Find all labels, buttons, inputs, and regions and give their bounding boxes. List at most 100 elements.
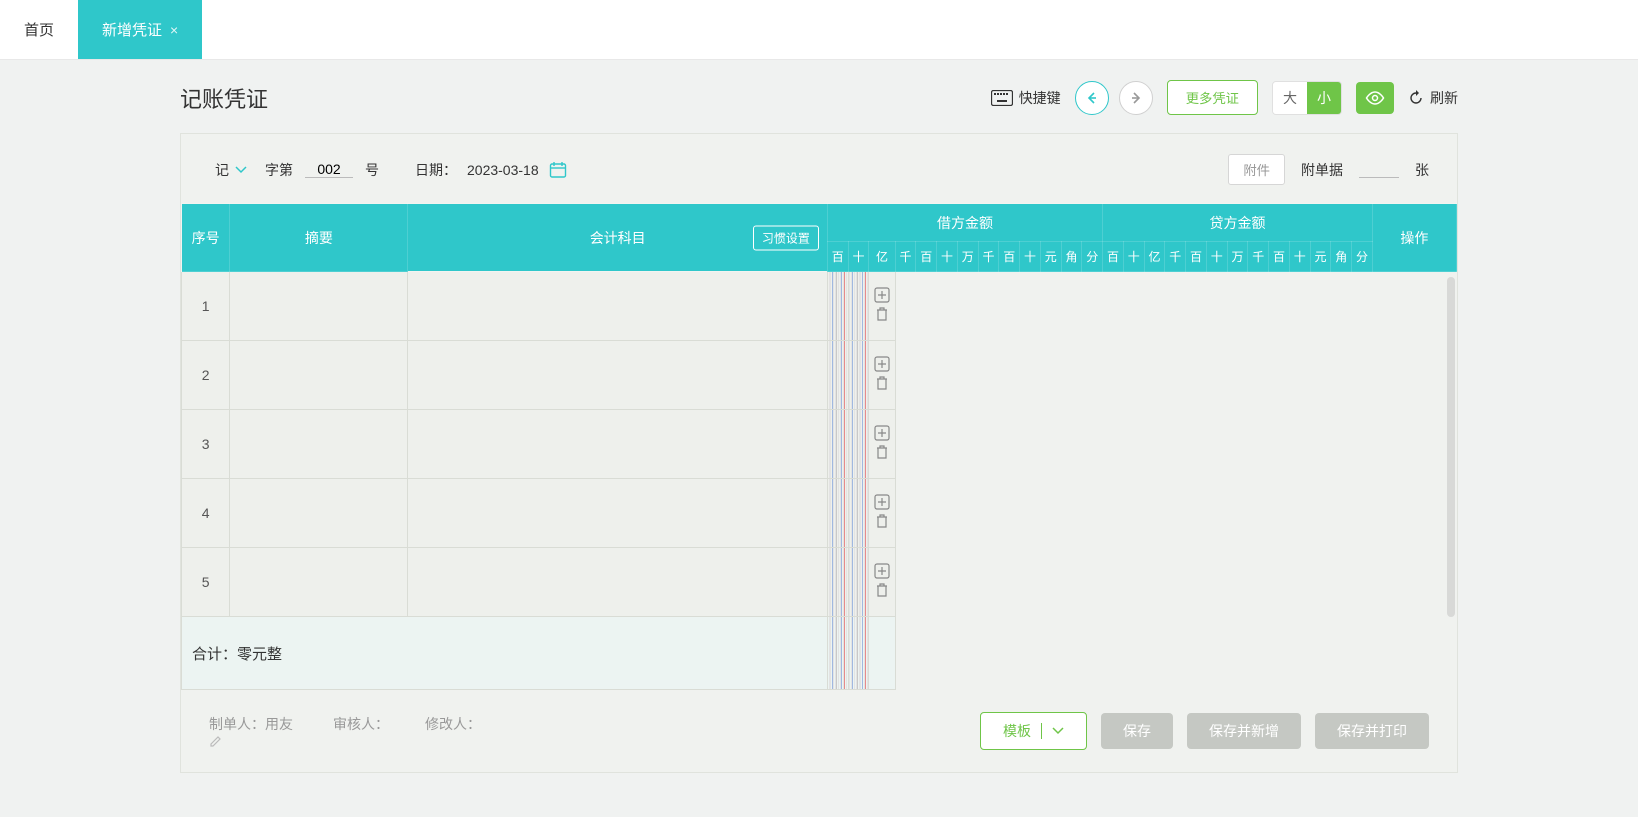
add-row-icon[interactable]: [874, 287, 890, 303]
col-account-label: 会计科目: [590, 230, 646, 246]
seq-cell: 2: [182, 341, 230, 410]
ops-cell: [869, 410, 895, 479]
label-zidi: 字第: [265, 160, 293, 180]
size-small[interactable]: 小: [1307, 82, 1341, 114]
amount-cell[interactable]: [827, 548, 848, 617]
delete-row-icon[interactable]: [875, 582, 889, 598]
digit-header: 亿: [1144, 242, 1165, 272]
digit-header: 千: [1248, 242, 1269, 272]
close-icon[interactable]: ×: [170, 22, 178, 38]
summary-cell[interactable]: [230, 410, 408, 479]
digit-header: 亿: [869, 242, 895, 272]
digit-header: 百: [827, 242, 848, 272]
refresh-button[interactable]: 刷新: [1408, 88, 1458, 108]
save-print-button[interactable]: 保存并打印: [1315, 713, 1429, 749]
maker: 制单人：用友: [209, 714, 297, 748]
col-summary: 摘要: [230, 204, 408, 272]
template-button[interactable]: 模板: [980, 712, 1087, 750]
chevron-down-icon: [235, 166, 247, 174]
ops-cell: [869, 272, 895, 341]
digit-header: 万: [957, 242, 978, 272]
digit-header: 十: [1123, 242, 1144, 272]
summary-cell[interactable]: [230, 548, 408, 617]
account-cell[interactable]: [408, 341, 827, 410]
voucher-card: 记 字第 号 日期： 2023-03-18 附件 附单据: [180, 133, 1458, 773]
col-account: 会计科目 习惯设置: [408, 204, 827, 272]
delete-row-icon[interactable]: [875, 444, 889, 460]
arrow-left-icon: [1084, 90, 1100, 106]
col-credit: 贷方金额: [1103, 204, 1373, 242]
amount-cell[interactable]: [827, 341, 848, 410]
amount-cell[interactable]: [827, 272, 848, 341]
add-row-icon[interactable]: [874, 563, 890, 579]
account-cell[interactable]: [408, 272, 827, 341]
ops-cell: [869, 479, 895, 548]
amount-cell[interactable]: [848, 341, 869, 410]
account-cell[interactable]: [408, 548, 827, 617]
label-hao: 号: [365, 160, 379, 180]
digit-header: 十: [1020, 242, 1041, 272]
save-new-button[interactable]: 保存并新增: [1187, 713, 1301, 749]
summary-cell[interactable]: [230, 341, 408, 410]
delete-row-icon[interactable]: [875, 375, 889, 391]
voucher-number-input[interactable]: [305, 161, 353, 178]
account-cell[interactable]: [408, 410, 827, 479]
total-row: 合计：零元整: [182, 617, 1457, 690]
save-button[interactable]: 保存: [1101, 713, 1173, 749]
date-label: 日期：: [415, 160, 457, 180]
attachment-label[interactable]: 附单据: [1301, 160, 1343, 180]
size-large[interactable]: 大: [1273, 82, 1307, 114]
tab-bar: 首页 新增凭证 ×: [0, 0, 1638, 60]
amount-cell[interactable]: [827, 479, 848, 548]
seq-cell: 4: [182, 479, 230, 548]
table-row: 3: [182, 410, 1457, 479]
digit-header: 百: [916, 242, 937, 272]
account-cell[interactable]: [408, 479, 827, 548]
add-row-icon[interactable]: [874, 425, 890, 441]
tab-new-voucher[interactable]: 新增凭证 ×: [78, 0, 202, 59]
digit-header: 千: [1165, 242, 1186, 272]
habit-settings-button[interactable]: 习惯设置: [753, 225, 819, 250]
template-label: 模板: [1003, 721, 1031, 741]
modifier: 修改人：: [425, 714, 481, 748]
next-button[interactable]: [1119, 81, 1153, 115]
date-value: 2023-03-18: [467, 162, 539, 178]
amount-cell[interactable]: [848, 272, 869, 341]
delete-row-icon[interactable]: [875, 513, 889, 529]
voucher-type-dropdown[interactable]: 记: [209, 158, 253, 182]
sheet-suffix: 张: [1415, 160, 1429, 180]
digit-header: 元: [1310, 242, 1331, 272]
amount-cell[interactable]: [827, 410, 848, 479]
digit-header: 角: [1061, 242, 1082, 272]
refresh-icon: [1408, 90, 1424, 106]
edit-maker-icon[interactable]: [209, 734, 297, 748]
digit-header: 分: [1352, 242, 1373, 272]
amount-cell[interactable]: [848, 479, 869, 548]
summary-cell[interactable]: [230, 272, 408, 341]
add-row-icon[interactable]: [874, 356, 890, 372]
total-amount-cell: [827, 617, 848, 690]
add-row-icon[interactable]: [874, 494, 890, 510]
delete-row-icon[interactable]: [875, 306, 889, 322]
table-row: 5: [182, 548, 1457, 617]
amount-cell[interactable]: [848, 548, 869, 617]
shortcut-button[interactable]: 快捷键: [991, 88, 1061, 108]
digit-header: 百: [1186, 242, 1207, 272]
more-vouchers-button[interactable]: 更多凭证: [1167, 80, 1258, 115]
prev-button[interactable]: [1075, 81, 1109, 115]
summary-cell[interactable]: [230, 479, 408, 548]
visibility-button[interactable]: [1356, 82, 1394, 114]
attachment-button[interactable]: 附件: [1228, 154, 1285, 185]
chevron-down-icon: [1052, 727, 1064, 735]
scrollbar[interactable]: [1447, 277, 1455, 617]
digit-header: 百: [1269, 242, 1290, 272]
sheet-count-input[interactable]: [1359, 162, 1399, 178]
shortcut-label: 快捷键: [1019, 88, 1061, 108]
ops-cell: [869, 341, 895, 410]
total-label-cell: 合计：零元整: [182, 617, 828, 690]
amount-cell[interactable]: [848, 410, 869, 479]
digit-header: 百: [999, 242, 1020, 272]
tab-home[interactable]: 首页: [0, 0, 78, 59]
calendar-icon[interactable]: [549, 161, 567, 179]
blank-cell: [869, 617, 895, 690]
